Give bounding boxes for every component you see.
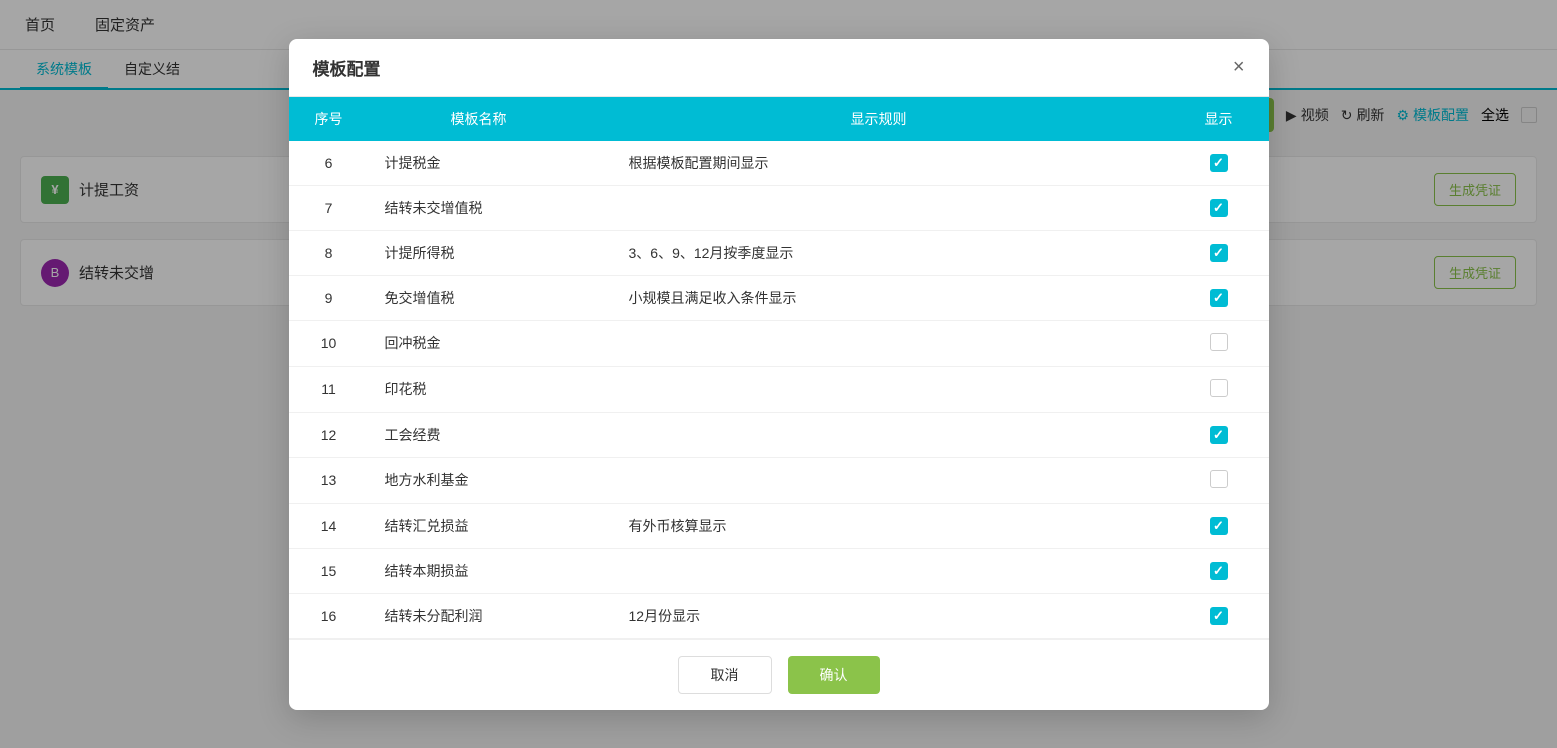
checkbox-checked[interactable] <box>1210 517 1228 535</box>
cell-rule: 有外币核算显示 <box>589 503 1169 548</box>
cell-name: 免交增值税 <box>369 275 589 320</box>
cell-name: 地方水利基金 <box>369 457 589 503</box>
cell-rule <box>589 320 1169 366</box>
checkbox-checked[interactable] <box>1210 244 1228 262</box>
cell-checkbox <box>1169 593 1269 638</box>
table-row: 7结转未交增值税 <box>289 185 1269 230</box>
cell-name: 回冲税金 <box>369 320 589 366</box>
checkbox-checked[interactable] <box>1210 154 1228 172</box>
col-seq: 序号 <box>289 97 369 141</box>
table-header-row: 序号 模板名称 显示规则 显示 <box>289 97 1269 141</box>
cell-name: 计提所得税 <box>369 230 589 275</box>
cell-seq: 10 <box>289 320 369 366</box>
cell-name: 结转汇兑损益 <box>369 503 589 548</box>
cell-seq: 8 <box>289 230 369 275</box>
modal-header: 模板配置 × <box>289 39 1269 97</box>
cell-checkbox <box>1169 366 1269 412</box>
cell-name: 工会经费 <box>369 412 589 457</box>
cell-rule: 根据模板配置期间显示 <box>589 141 1169 186</box>
checkbox-checked[interactable] <box>1210 426 1228 444</box>
cell-checkbox <box>1169 548 1269 593</box>
cell-checkbox <box>1169 230 1269 275</box>
cell-rule: 小规模且满足收入条件显示 <box>589 275 1169 320</box>
cell-name: 计提税金 <box>369 141 589 186</box>
confirm-button[interactable]: 确认 <box>788 656 880 694</box>
cell-checkbox <box>1169 141 1269 186</box>
table-row: 11印花税 <box>289 366 1269 412</box>
cell-seq: 9 <box>289 275 369 320</box>
table-row: 14结转汇兑损益有外币核算显示 <box>289 503 1269 548</box>
cell-rule: 12月份显示 <box>589 593 1169 638</box>
table-row: 15结转本期损益 <box>289 548 1269 593</box>
table-row: 13地方水利基金 <box>289 457 1269 503</box>
modal-footer: 取消 确认 <box>289 639 1269 710</box>
modal-title: 模板配置 <box>313 55 381 80</box>
template-config-modal: 模板配置 × 序号 模板名称 显示规则 显示 6计提税金根据模板配置期间显示7结… <box>289 39 1269 710</box>
cell-name: 结转本期损益 <box>369 548 589 593</box>
cell-seq: 12 <box>289 412 369 457</box>
col-rule: 显示规则 <box>589 97 1169 141</box>
table-row: 10回冲税金 <box>289 320 1269 366</box>
cell-seq: 6 <box>289 141 369 186</box>
modal-body: 序号 模板名称 显示规则 显示 6计提税金根据模板配置期间显示7结转未交增值税8… <box>289 97 1269 639</box>
cell-rule <box>589 412 1169 457</box>
cell-checkbox <box>1169 457 1269 503</box>
cell-name: 结转未交增值税 <box>369 185 589 230</box>
table-row: 16结转未分配利润12月份显示 <box>289 593 1269 638</box>
cell-rule: 3、6、9、12月按季度显示 <box>589 230 1169 275</box>
cell-name: 结转未分配利润 <box>369 593 589 638</box>
checkbox-checked[interactable] <box>1210 289 1228 307</box>
cell-checkbox <box>1169 185 1269 230</box>
cancel-button[interactable]: 取消 <box>678 656 772 694</box>
modal-overlay: 模板配置 × 序号 模板名称 显示规则 显示 6计提税金根据模板配置期间显示7结… <box>0 0 1557 748</box>
table-row: 6计提税金根据模板配置期间显示 <box>289 141 1269 186</box>
table-row: 8计提所得税3、6、9、12月按季度显示 <box>289 230 1269 275</box>
cell-name: 印花税 <box>369 366 589 412</box>
modal-close-button[interactable]: × <box>1233 57 1245 77</box>
checkbox-unchecked[interactable] <box>1210 379 1228 397</box>
cell-checkbox <box>1169 320 1269 366</box>
cell-seq: 16 <box>289 593 369 638</box>
cell-seq: 11 <box>289 366 369 412</box>
table-row: 12工会经费 <box>289 412 1269 457</box>
cell-checkbox <box>1169 412 1269 457</box>
cell-seq: 7 <box>289 185 369 230</box>
cell-seq: 13 <box>289 457 369 503</box>
checkbox-unchecked[interactable] <box>1210 333 1228 351</box>
checkbox-checked[interactable] <box>1210 562 1228 580</box>
cell-rule <box>589 185 1169 230</box>
checkbox-unchecked[interactable] <box>1210 470 1228 488</box>
cell-rule <box>589 548 1169 593</box>
cell-seq: 14 <box>289 503 369 548</box>
table-row: 9免交增值税小规模且满足收入条件显示 <box>289 275 1269 320</box>
cell-rule <box>589 366 1169 412</box>
col-display: 显示 <box>1169 97 1269 141</box>
col-name: 模板名称 <box>369 97 589 141</box>
cell-checkbox <box>1169 503 1269 548</box>
config-table: 序号 模板名称 显示规则 显示 6计提税金根据模板配置期间显示7结转未交增值税8… <box>289 97 1269 639</box>
checkbox-checked[interactable] <box>1210 607 1228 625</box>
cell-seq: 15 <box>289 548 369 593</box>
checkbox-checked[interactable] <box>1210 199 1228 217</box>
cell-checkbox <box>1169 275 1269 320</box>
cell-rule <box>589 457 1169 503</box>
